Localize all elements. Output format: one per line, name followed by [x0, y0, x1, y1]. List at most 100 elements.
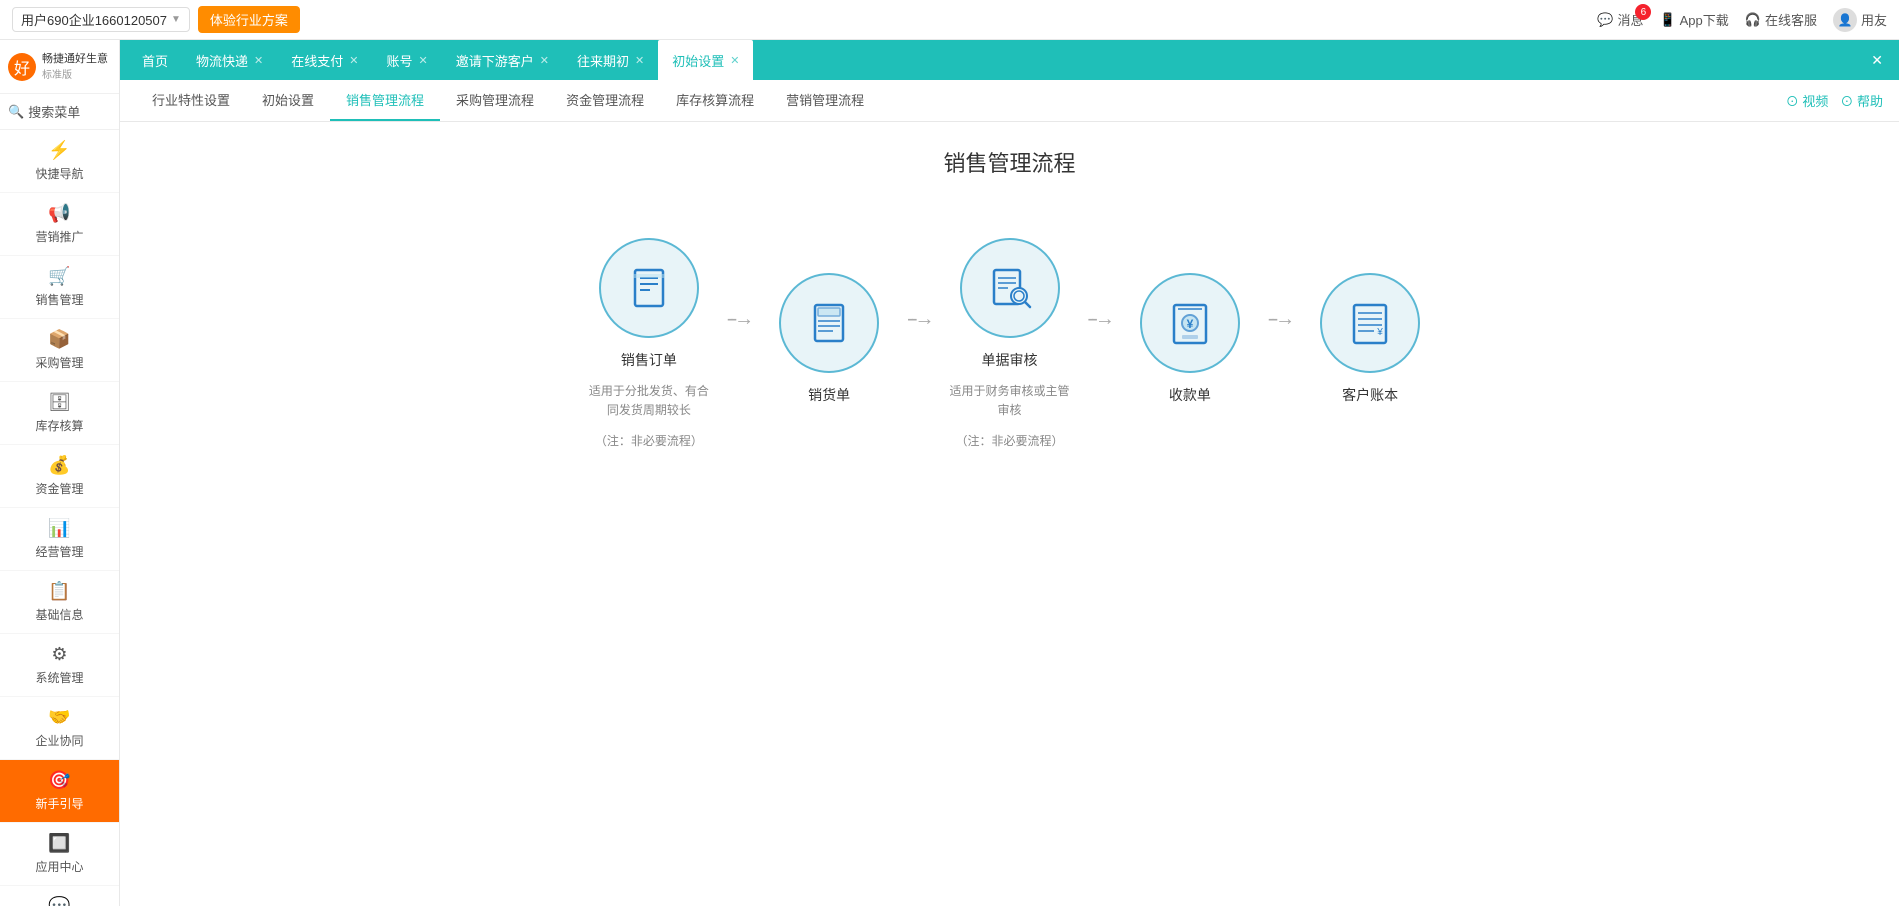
message-icon: 💬: [1597, 12, 1613, 28]
flow-label-sales-invoice: 销货单: [808, 385, 850, 405]
subtab-fund-label: 资金管理流程: [566, 93, 644, 108]
sidebar-item-inventory[interactable]: 🗄 库存核算: [0, 382, 119, 445]
sidebar-item-enterprise-wechat[interactable]: 💬 企业微信: [0, 886, 119, 906]
subtab-sales-label: 销售管理流程: [346, 93, 424, 108]
sub-tabs-right: ⊙ 视频 ⊙ 帮助: [1786, 91, 1883, 110]
text-help-button[interactable]: ⊙ 帮助: [1840, 91, 1883, 110]
trial-button[interactable]: 体验行业方案: [198, 6, 300, 33]
flow-label-receipt: 收款单: [1169, 385, 1211, 405]
sub-tabs: 行业特性设置 初始设置 销售管理流程 采购管理流程 资金管理流程 库存核算流程: [120, 80, 1899, 122]
flow-circle-sales-invoice[interactable]: [779, 273, 879, 373]
tab-logistics-close[interactable]: ✕: [254, 54, 263, 67]
subtab-industry-feature[interactable]: 行业特性设置: [136, 80, 246, 121]
sidebar-item-purchase-mgmt[interactable]: 📦 采购管理: [0, 319, 119, 382]
sidebar-item-label: 新手引导: [35, 795, 83, 812]
sidebar-item-app-center[interactable]: 🔲 应用中心: [0, 823, 119, 886]
tab-account[interactable]: 账号 ✕: [372, 40, 441, 80]
video-help-button[interactable]: ⊙ 视频: [1786, 91, 1829, 110]
subtab-inventory-flow[interactable]: 库存核算流程: [660, 80, 770, 121]
subtab-marketing-flow[interactable]: 营销管理流程: [770, 80, 880, 121]
flow-label-sales-order: 销售订单: [621, 350, 677, 370]
subtab-fund-flow[interactable]: 资金管理流程: [550, 80, 660, 121]
sidebar-item-system-mgmt[interactable]: ⚙ 系统管理: [0, 634, 119, 697]
sidebar-item-label: 应用中心: [35, 858, 83, 875]
page-title: 销售管理流程: [160, 146, 1859, 178]
system-icon: ⚙: [51, 644, 67, 665]
tab-period-close[interactable]: ✕: [635, 54, 644, 67]
message-badge: 6: [1635, 4, 1651, 20]
sidebar-item-quick-nav[interactable]: ⚡ 快捷导航: [0, 130, 119, 193]
avatar: 👤: [1833, 8, 1857, 32]
customer-service-item[interactable]: 🎧 在线客服: [1745, 10, 1817, 29]
sidebar-item-label: 销售管理: [35, 291, 83, 308]
basic-info-icon: 📋: [48, 581, 70, 602]
tab-period-label: 往来期初: [577, 51, 629, 70]
flow-label-customer-account: 客户账本: [1342, 385, 1398, 405]
tab-initial-setup[interactable]: 初始设置 ✕: [658, 40, 753, 80]
flow-arrow-2: --→: [899, 308, 939, 331]
content-area: 首页 物流快递 ✕ 在线支付 ✕ 账号 ✕ 邀请下游客户 ✕ 往来期初 ✕: [120, 40, 1899, 906]
sidebar-item-new-guide[interactable]: 🎯 新手引导: [0, 760, 119, 823]
tab-invite-downstream[interactable]: 邀请下游客户 ✕: [442, 40, 563, 80]
top-bar-right: 💬 消息 6 📱 App下载 🎧 在线客服 👤 用友: [1597, 8, 1887, 32]
flow-circle-receipt[interactable]: ¥: [1140, 273, 1240, 373]
tab-account-label: 账号: [386, 51, 412, 70]
sidebar-item-sales-mgmt[interactable]: 🛒 销售管理: [0, 256, 119, 319]
flow-circle-customer-account[interactable]: ¥: [1320, 273, 1420, 373]
sidebar-item-basic-info[interactable]: 📋 基础信息: [0, 571, 119, 634]
search-label: 搜索菜单: [28, 102, 80, 121]
tab-logistics[interactable]: 物流快递 ✕: [182, 40, 277, 80]
guide-icon: 🎯: [48, 770, 70, 791]
service-label: 在线客服: [1765, 10, 1817, 29]
inventory-icon: 🗄: [48, 392, 71, 413]
flow-desc-doc-audit: 适用于财务审核或主管审核: [945, 382, 1075, 420]
tab-account-close[interactable]: ✕: [419, 54, 428, 67]
sidebar-item-label: 营销推广: [35, 228, 83, 245]
flow-item-sales-order: 销售订单 适用于分批发货、有合同发货周期较长 （注：非必要流程）: [579, 238, 719, 452]
sidebar-item-label: 资金管理: [35, 480, 83, 497]
page-content: 销售管理流程 销售订单 适用于分批发货、有合同发货周期较长: [120, 122, 1899, 906]
flow-circle-doc-audit[interactable]: [960, 238, 1060, 338]
flow-arrow-3: --→: [1080, 308, 1120, 331]
sidebar-item-label: 基础信息: [35, 606, 83, 623]
dropdown-arrow-icon: ▼: [171, 14, 181, 25]
operations-icon: 📊: [48, 518, 70, 539]
user-selector[interactable]: 用户690企业1660120507 ▼: [12, 7, 190, 32]
message-item[interactable]: 💬 消息 6: [1597, 10, 1643, 29]
user-profile-item[interactable]: 👤 用友: [1833, 8, 1887, 32]
flow-item-customer-account: ¥ 客户账本: [1300, 273, 1440, 417]
subtab-marketing-label: 营销管理流程: [786, 93, 864, 108]
tab-home[interactable]: 首页: [128, 40, 182, 80]
tab-invite-close[interactable]: ✕: [540, 54, 549, 67]
quick-nav-icon: ⚡: [48, 140, 70, 161]
subtab-purchase-flow[interactable]: 采购管理流程: [440, 80, 550, 121]
subtab-initial-label: 初始设置: [262, 93, 314, 108]
tab-period-init[interactable]: 往来期初 ✕: [563, 40, 658, 80]
app-center-icon: 🔲: [48, 833, 70, 854]
subtab-initial-setup[interactable]: 初始设置: [246, 80, 330, 121]
nav-close-all[interactable]: ✕: [1863, 52, 1891, 69]
flow-circle-sales-order[interactable]: [599, 238, 699, 338]
subtab-sales-flow[interactable]: 销售管理流程: [330, 80, 440, 121]
tab-initial-close[interactable]: ✕: [730, 54, 739, 67]
tab-initial-label: 初始设置: [672, 51, 724, 70]
headset-icon: 🎧: [1745, 12, 1761, 28]
top-bar: 用户690企业1660120507 ▼ 体验行业方案 💬 消息 6 📱 App下…: [0, 0, 1899, 40]
sidebar-item-enterprise-collab[interactable]: 🤝 企业协同: [0, 697, 119, 760]
collab-icon: 🤝: [48, 707, 70, 728]
sidebar-item-marketing-promo[interactable]: 📢 营销推广: [0, 193, 119, 256]
tab-payment[interactable]: 在线支付 ✕: [277, 40, 372, 80]
nav-tabs: 首页 物流快递 ✕ 在线支付 ✕ 账号 ✕ 邀请下游客户 ✕ 往来期初 ✕: [120, 40, 1899, 80]
flow-diagram: 销售订单 适用于分批发货、有合同发货周期较长 （注：非必要流程） --→: [160, 218, 1859, 472]
sidebar-search[interactable]: 🔍 搜索菜单: [0, 94, 119, 130]
tab-payment-close[interactable]: ✕: [349, 54, 358, 67]
logo-text: 畅捷通好生意: [42, 52, 108, 66]
subtab-inventory-label: 库存核算流程: [676, 93, 754, 108]
purchase-icon: 📦: [48, 329, 70, 350]
tab-logistics-label: 物流快递: [196, 51, 248, 70]
sidebar-item-finance[interactable]: 💰 资金管理: [0, 445, 119, 508]
app-download-item[interactable]: 📱 App下载: [1659, 10, 1728, 29]
marketing-icon: 📢: [48, 203, 70, 224]
sidebar-item-operations[interactable]: 📊 经营管理: [0, 508, 119, 571]
app-icon: 📱: [1659, 12, 1675, 28]
